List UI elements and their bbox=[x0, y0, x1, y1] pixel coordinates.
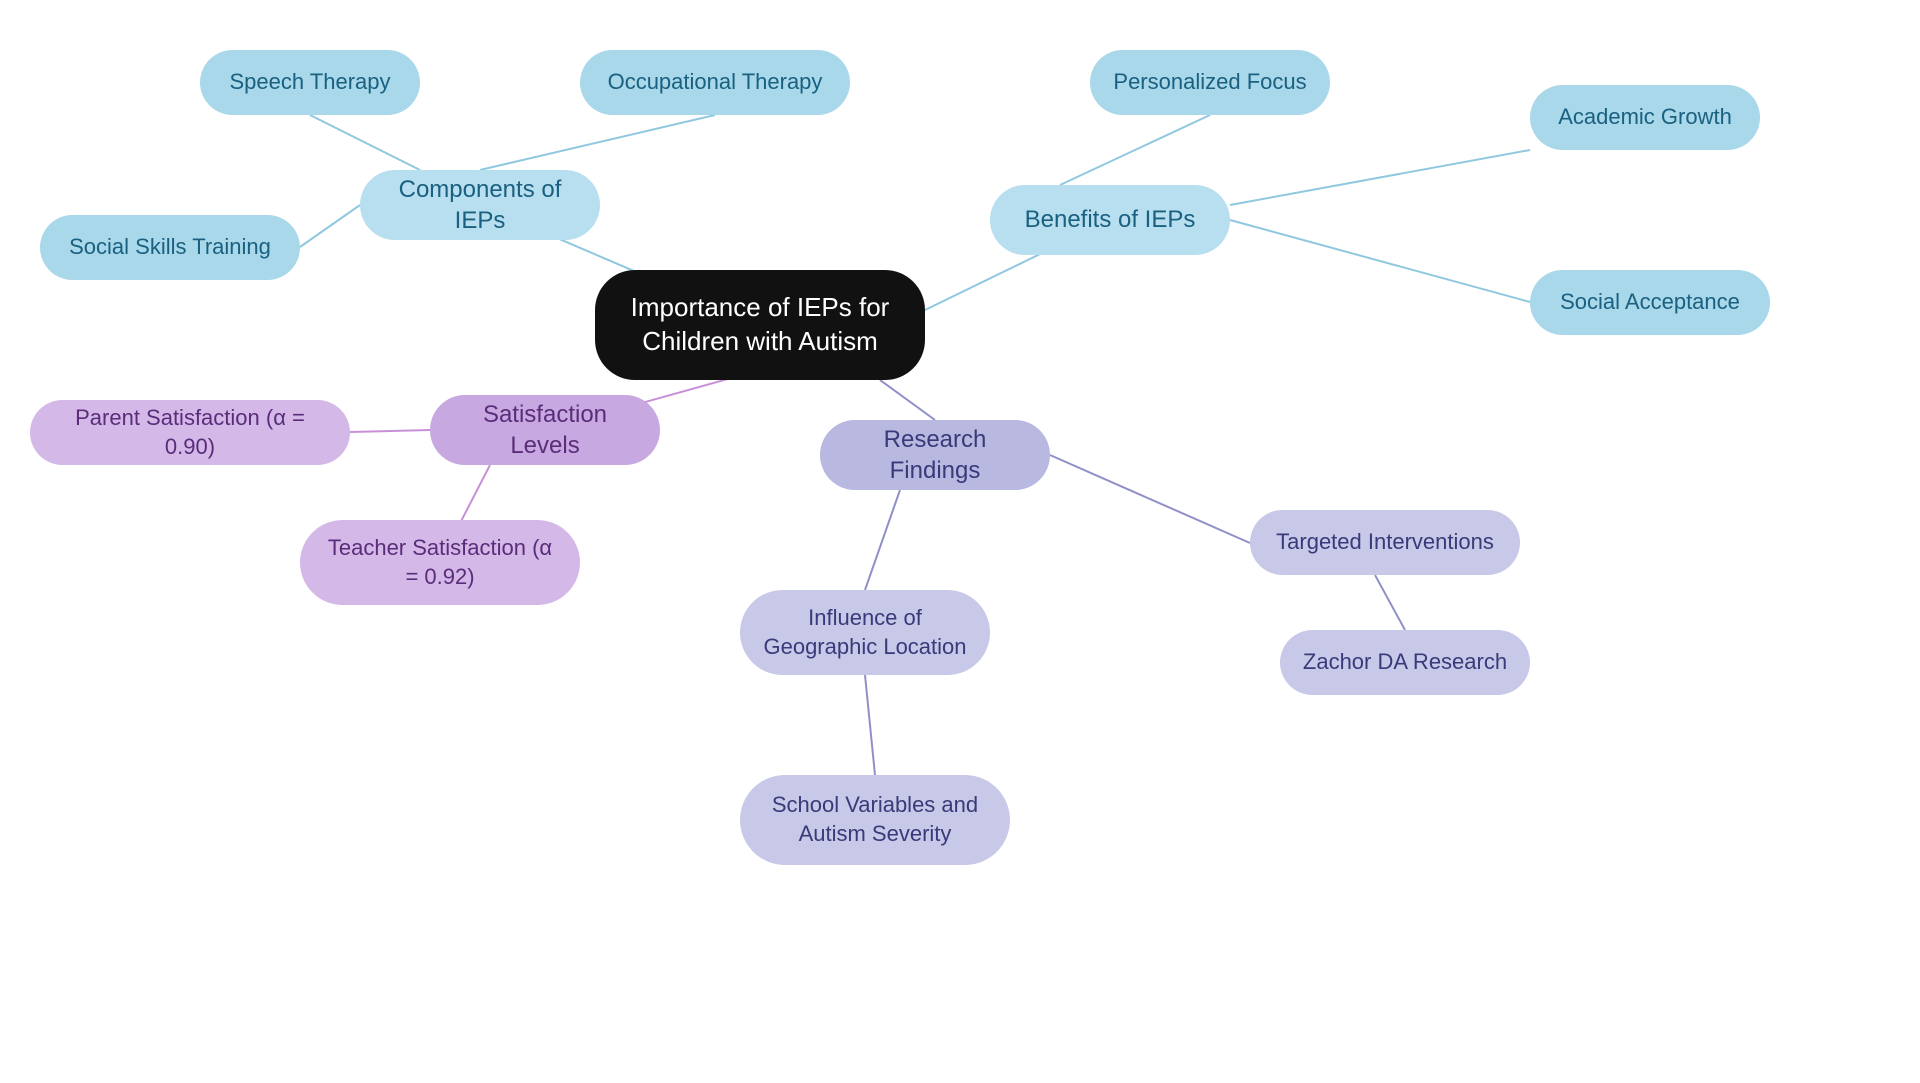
targeted-interventions-label: Targeted Interventions bbox=[1276, 528, 1494, 557]
components-ieps-label: Components of IEPs bbox=[382, 174, 578, 236]
social-skills-label: Social Skills Training bbox=[69, 233, 271, 262]
social-acceptance-node: Social Acceptance bbox=[1530, 270, 1770, 335]
school-variables-node: School Variables and Autism Severity bbox=[740, 775, 1010, 865]
teacher-satisfaction-node: Teacher Satisfaction (α = 0.92) bbox=[300, 520, 580, 605]
speech-therapy-node: Speech Therapy bbox=[200, 50, 420, 115]
social-acceptance-label: Social Acceptance bbox=[1560, 288, 1740, 317]
occupational-therapy-node: Occupational Therapy bbox=[580, 50, 850, 115]
center-label: Importance of IEPs for Children with Aut… bbox=[617, 291, 903, 359]
personalized-focus-label: Personalized Focus bbox=[1113, 68, 1306, 97]
academic-growth-label: Academic Growth bbox=[1558, 103, 1732, 132]
parent-satisfaction-node: Parent Satisfaction (α = 0.90) bbox=[30, 400, 350, 465]
teacher-satisfaction-label: Teacher Satisfaction (α = 0.92) bbox=[322, 534, 558, 591]
speech-therapy-label: Speech Therapy bbox=[229, 68, 390, 97]
benefits-ieps-node: Benefits of IEPs bbox=[990, 185, 1230, 255]
occupational-therapy-label: Occupational Therapy bbox=[608, 68, 823, 97]
targeted-interventions-node: Targeted Interventions bbox=[1250, 510, 1520, 575]
zachor-research-node: Zachor DA Research bbox=[1280, 630, 1530, 695]
geographic-location-node: Influence of Geographic Location bbox=[740, 590, 990, 675]
zachor-research-label: Zachor DA Research bbox=[1303, 648, 1507, 677]
satisfaction-levels-node: Satisfaction Levels bbox=[430, 395, 660, 465]
academic-growth-node: Academic Growth bbox=[1530, 85, 1760, 150]
parent-satisfaction-label: Parent Satisfaction (α = 0.90) bbox=[52, 404, 328, 461]
center-node: Importance of IEPs for Children with Aut… bbox=[595, 270, 925, 380]
satisfaction-levels-label: Satisfaction Levels bbox=[452, 399, 638, 461]
benefits-ieps-label: Benefits of IEPs bbox=[1025, 204, 1196, 235]
research-findings-node: Research Findings bbox=[820, 420, 1050, 490]
school-variables-label: School Variables and Autism Severity bbox=[762, 791, 988, 848]
geographic-location-label: Influence of Geographic Location bbox=[762, 604, 968, 661]
components-ieps-node: Components of IEPs bbox=[360, 170, 600, 240]
personalized-focus-node: Personalized Focus bbox=[1090, 50, 1330, 115]
social-skills-node: Social Skills Training bbox=[40, 215, 300, 280]
research-findings-label: Research Findings bbox=[842, 424, 1028, 486]
